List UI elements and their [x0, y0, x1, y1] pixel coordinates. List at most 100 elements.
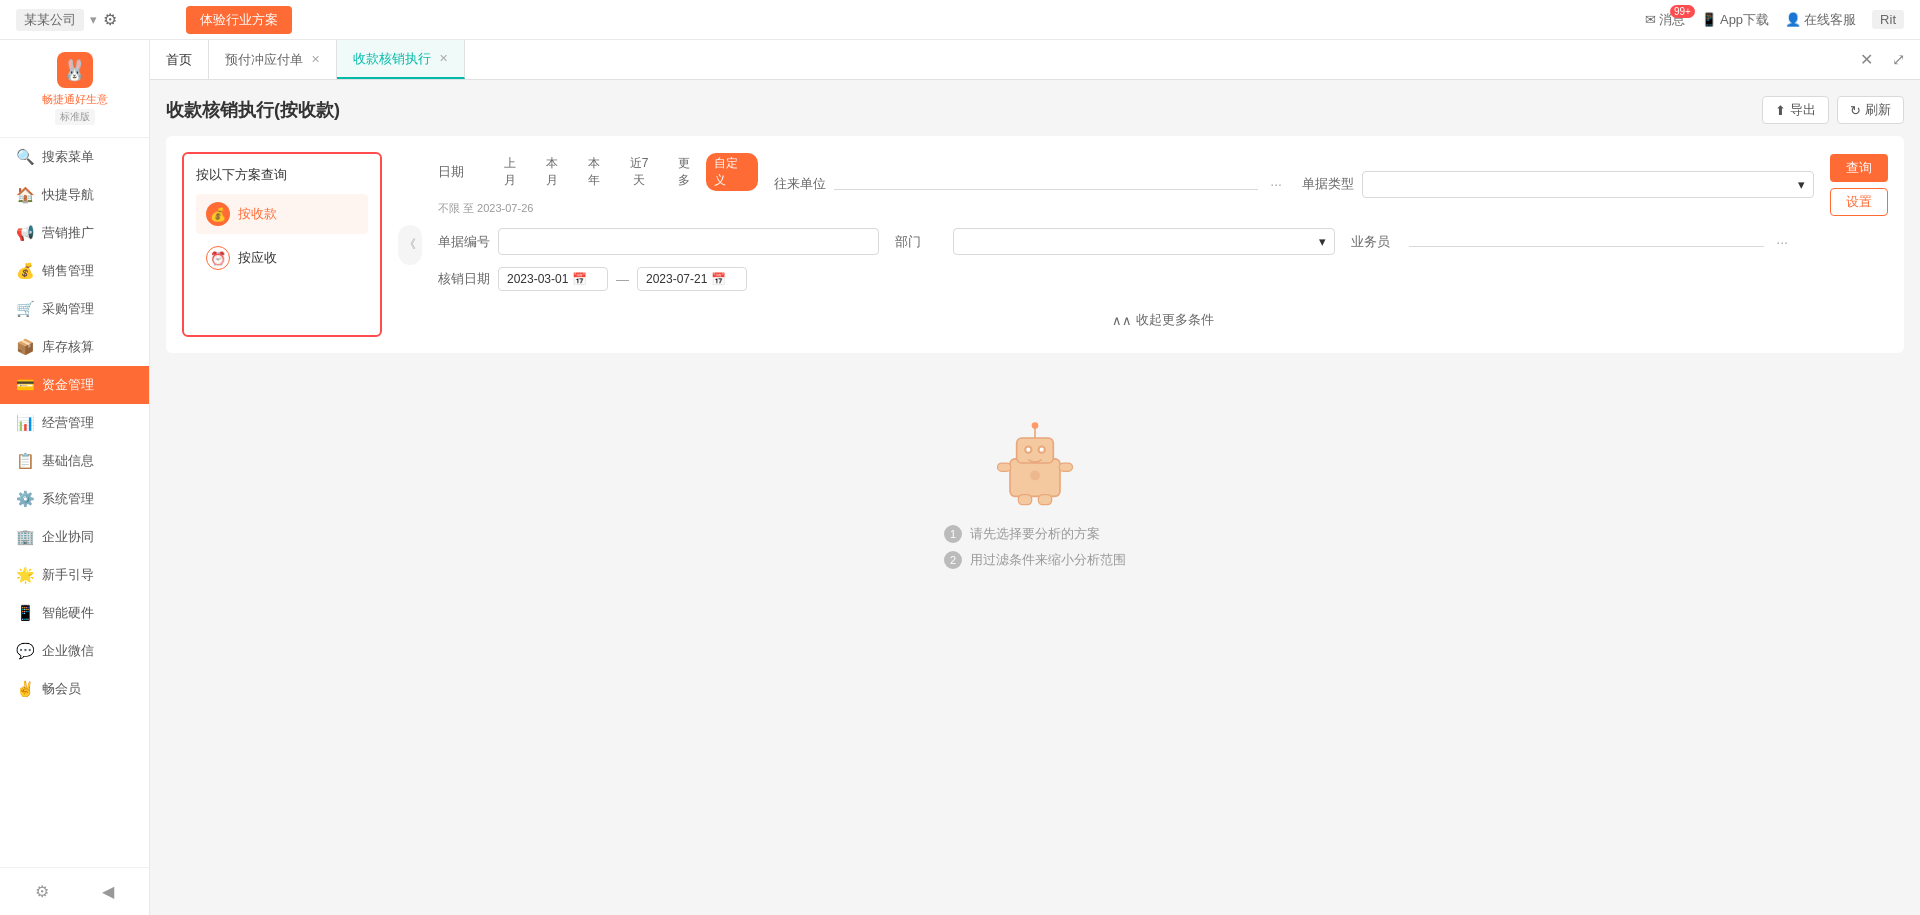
sidebar-logo-icon: 🐰 — [57, 52, 93, 88]
date-last-month-btn[interactable]: 上月 — [490, 153, 530, 191]
member-icon: ✌️ — [16, 680, 34, 698]
content-area: 首页 预付冲应付单 ✕ 收款核销执行 ✕ ✕ ⤢ 收款核销执行(按收款) — [150, 40, 1920, 915]
calendar-from-icon: 📅 — [572, 272, 587, 286]
dept-label: 部门 — [895, 233, 945, 251]
filter-option-by-receivable[interactable]: ⏰ 按应收 — [196, 238, 368, 278]
writeoff-date-to[interactable]: 2023-07-21 📅 — [637, 267, 747, 291]
export-btn[interactable]: ⬆ 导出 — [1762, 96, 1829, 124]
app-download-btn[interactable]: 📱 App下载 — [1701, 11, 1769, 29]
date-label: 日期 — [438, 163, 488, 181]
sidebar-label-inventory: 库存核算 — [42, 338, 94, 356]
sidebar-logo-badge: 标准版 — [55, 109, 95, 125]
collapse-more-btn[interactable]: ∧∧ 收起更多条件 — [438, 303, 1888, 337]
filter-doc-no-field: 单据编号 — [438, 228, 879, 255]
marketing-icon: 📢 — [16, 224, 34, 242]
date-custom-tag[interactable]: 自定义 — [706, 153, 758, 191]
writeoff-date-to-value: 2023-07-21 — [646, 272, 707, 286]
doc-type-select[interactable]: ▾ — [1362, 171, 1814, 198]
guide-icon: 🌟 — [16, 566, 34, 584]
system-icon: ⚙️ — [16, 490, 34, 508]
svg-point-11 — [1032, 422, 1039, 429]
partner-more-btn[interactable]: ··· — [1266, 176, 1286, 192]
collapse-more-label: 收起更多条件 — [1136, 311, 1214, 329]
company-name: 某某公司 — [16, 9, 84, 31]
filter-dept-field: 部门 ▾ — [895, 228, 1336, 255]
sidebar-label-base-info: 基础信息 — [42, 452, 94, 470]
search-icon: 🔍 — [16, 148, 34, 166]
writeoff-date-from[interactable]: 2023-03-01 📅 — [498, 267, 608, 291]
message-icon: ✉ — [1645, 12, 1656, 27]
inventory-icon: 📦 — [16, 338, 34, 356]
collapse-sidebar-icon[interactable]: ◀ — [98, 878, 118, 905]
refresh-label: 刷新 — [1865, 101, 1891, 119]
sidebar-item-base-info[interactable]: 📋 基础信息 — [0, 442, 149, 480]
settings-bottom-icon[interactable]: ⚙ — [31, 878, 53, 905]
by-receipt-label: 按收款 — [238, 205, 277, 223]
tab-home[interactable]: 首页 — [150, 40, 209, 79]
wechat-icon: 💬 — [16, 642, 34, 660]
online-service-label: 在线客服 — [1804, 11, 1856, 29]
doc-no-input[interactable] — [498, 228, 879, 255]
tab-close-all-btn[interactable]: ✕ — [1852, 46, 1880, 74]
page-content: 收款核销执行(按收款) ⬆ 导出 ↻ 刷新 按以下方案查询 — [150, 80, 1920, 915]
tab-expand-btn[interactable]: ⤢ — [1884, 46, 1912, 74]
sidebar-item-quick-nav[interactable]: 🏠 快捷导航 — [0, 176, 149, 214]
company-dropdown-icon[interactable]: ▾ — [90, 12, 97, 27]
top-bar: 某某公司 ▾ ⚙ 体验行业方案 ✉ 消息 99+ 📱 App下载 👤 在线客服 … — [0, 0, 1920, 40]
page-title: 收款核销执行(按收款) — [166, 98, 340, 122]
filter-collapse-toggle[interactable]: 《 — [398, 225, 422, 265]
tab-prepay-label: 预付冲应付单 — [225, 51, 303, 69]
filter-option-by-receipt[interactable]: 💰 按收款 — [196, 194, 368, 234]
by-receivable-label: 按应收 — [238, 249, 277, 267]
date-this-month-btn[interactable]: 本月 — [532, 153, 572, 191]
dept-select[interactable]: ▾ — [953, 228, 1336, 255]
date-7days-btn[interactable]: 近7天 — [616, 153, 663, 191]
sidebar-item-wechat[interactable]: 💬 企业微信 — [0, 632, 149, 670]
writeoff-date-label: 核销日期 — [438, 270, 490, 288]
refresh-btn[interactable]: ↻ 刷新 — [1837, 96, 1904, 124]
query-btn[interactable]: 查询 — [1830, 154, 1888, 182]
filter-left-options: 按以下方案查询 💰 按收款 ⏰ 按应收 — [182, 152, 382, 337]
sidebar-item-system[interactable]: ⚙️ 系统管理 — [0, 480, 149, 518]
sales-more-btn[interactable]: ··· — [1772, 234, 1792, 250]
tab-prepay-close[interactable]: ✕ — [311, 53, 320, 66]
settings-btn[interactable]: 设置 — [1830, 188, 1888, 216]
empty-tip-1: 1 请先选择要分析的方案 — [944, 525, 1126, 543]
online-service-btn[interactable]: 👤 在线客服 — [1785, 11, 1856, 29]
svg-rect-8 — [1018, 495, 1031, 505]
tab-receipt-writeoff[interactable]: 收款核销执行 ✕ — [337, 40, 465, 79]
sidebar-item-finance[interactable]: 💳 资金管理 — [0, 366, 149, 404]
service-icon: 👤 — [1785, 12, 1801, 27]
tab-receipt-close[interactable]: ✕ — [439, 52, 448, 65]
empty-tip-2: 2 用过滤条件来缩小分析范围 — [944, 551, 1126, 569]
sidebar-item-operation[interactable]: 📊 经营管理 — [0, 404, 149, 442]
tab-prepay-conflict[interactable]: 预付冲应付单 ✕ — [209, 40, 337, 79]
tab-bar-right: ✕ ⤢ — [1852, 46, 1920, 74]
sidebar-item-purchase[interactable]: 🛒 采购管理 — [0, 290, 149, 328]
sidebar-logo: 🐰 畅捷通好生意 标准版 — [0, 40, 149, 138]
sidebar-item-sales[interactable]: 💰 销售管理 — [0, 252, 149, 290]
sidebar-label-marketing: 营销推广 — [42, 224, 94, 242]
sidebar-item-marketing[interactable]: 📢 营销推广 — [0, 214, 149, 252]
sidebar-item-hardware[interactable]: 📱 智能硬件 — [0, 594, 149, 632]
sidebar-label-search: 搜索菜单 — [42, 148, 94, 166]
sidebar-label-operation: 经营管理 — [42, 414, 94, 432]
date-more-btn[interactable]: 更多 — [664, 153, 704, 191]
purchase-icon: 🛒 — [16, 300, 34, 318]
message-btn[interactable]: ✉ 消息 99+ — [1645, 11, 1685, 29]
svg-point-4 — [1026, 448, 1030, 452]
sidebar-item-inventory[interactable]: 📦 库存核算 — [0, 328, 149, 366]
sidebar-item-search[interactable]: 🔍 搜索菜单 — [0, 138, 149, 176]
sidebar-item-member[interactable]: ✌️ 畅会员 — [0, 670, 149, 708]
user-info[interactable]: Rit — [1872, 10, 1904, 29]
sidebar-item-enterprise[interactable]: 🏢 企业协同 — [0, 518, 149, 556]
sidebar-item-guide[interactable]: 🌟 新手引导 — [0, 556, 149, 594]
operation-icon: 📊 — [16, 414, 34, 432]
filter-row-1: 日期 上月 本月 本年 近7天 更多 自定义 不限 至 2023-07-26 — [438, 152, 1888, 216]
filter-row-2: 单据编号 部门 ▾ 业务员 — [438, 228, 1888, 255]
industry-btn[interactable]: 体验行业方案 — [186, 6, 292, 34]
date-this-year-btn[interactable]: 本年 — [574, 153, 614, 191]
sidebar-label-finance: 资金管理 — [42, 376, 94, 394]
export-icon: ⬆ — [1775, 103, 1786, 118]
settings-icon[interactable]: ⚙ — [103, 10, 117, 29]
